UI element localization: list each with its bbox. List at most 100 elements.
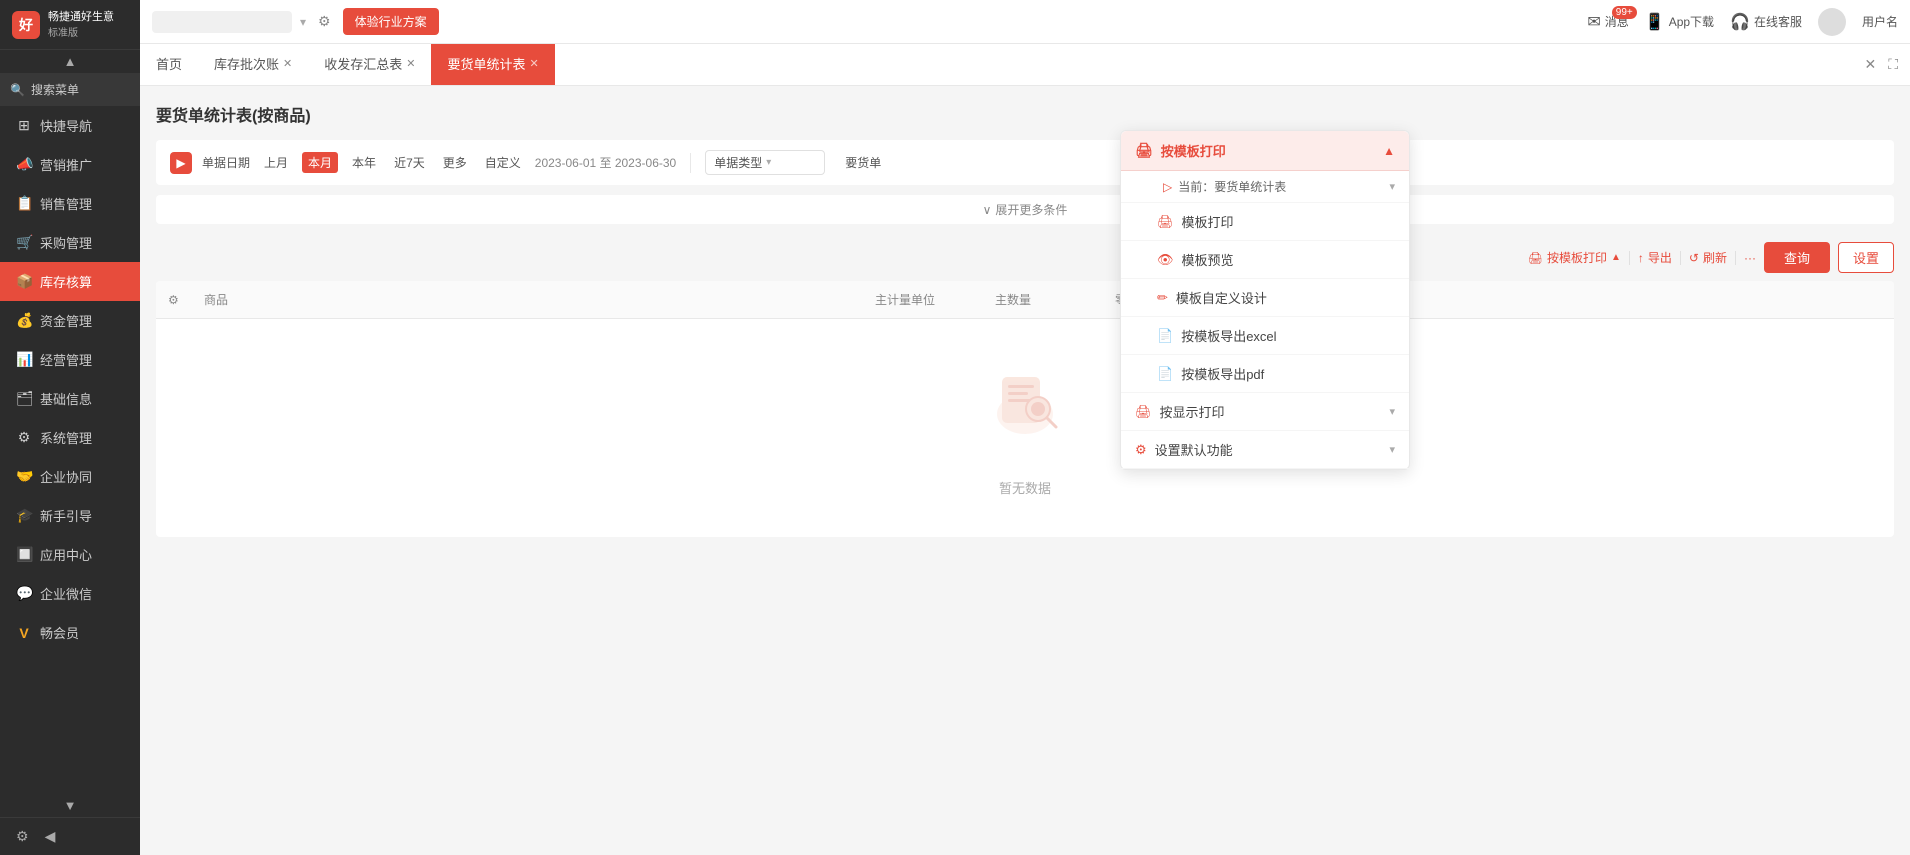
sidebar-item-label: 新手引导 bbox=[40, 506, 92, 525]
sidebar-item-basic-info[interactable]: 🗂 基础信息 bbox=[0, 379, 140, 418]
trial-btn[interactable]: 体验行业方案 bbox=[343, 8, 439, 35]
dropdown-item-export-excel[interactable]: 📄 按模板导出excel bbox=[1121, 317, 1409, 355]
set-default-label: 设置默认功能 bbox=[1155, 440, 1233, 459]
dropdown-close-arrow[interactable]: ▲ bbox=[1383, 144, 1395, 158]
tab-order-stats-close[interactable]: ✕ bbox=[530, 57, 539, 70]
sidebar-item-label: 应用中心 bbox=[40, 545, 92, 564]
avatar[interactable] bbox=[1818, 8, 1846, 36]
dropdown-item-template-custom[interactable]: ✏ 模板自定义设计 bbox=[1121, 279, 1409, 317]
tab-batch-account-close[interactable]: ✕ bbox=[283, 57, 292, 70]
search-icon: 🔍 bbox=[10, 83, 25, 97]
basic-info-icon: 🗂 bbox=[16, 390, 32, 407]
th-qty: 主数量 bbox=[983, 291, 1103, 308]
template-preview-icon: 👁 bbox=[1157, 252, 1174, 268]
tab-collection-summary[interactable]: 收发存汇总表 ✕ bbox=[308, 44, 431, 85]
dropdown-section-display-print[interactable]: 🖨 按显示打印 ▾ bbox=[1121, 393, 1409, 431]
date-btn-last-month[interactable]: 上月 bbox=[260, 152, 292, 173]
export-btn[interactable]: ↑ 导出 bbox=[1638, 249, 1672, 266]
sidebar-item-enterprise-wechat[interactable]: 💬 企业微信 bbox=[0, 574, 140, 613]
print-arrow-icon: ▲ bbox=[1611, 252, 1621, 263]
query-btn[interactable]: 查询 bbox=[1764, 242, 1830, 273]
page-content: 要货单统计表(按商品) ▶ 单据日期 上月 本月 本年 近7天 更多 自定义 2… bbox=[140, 86, 1910, 855]
dropdown-current-template[interactable]: ▷ 当前：要货单统计表 ▾ bbox=[1121, 171, 1409, 203]
current-template-label: 当前：要货单统计表 bbox=[1178, 178, 1286, 195]
table-header: ⚙ 商品 主计量单位 主数量 零售金额 bbox=[156, 281, 1894, 319]
date-btn-this-year[interactable]: 本年 bbox=[348, 152, 380, 173]
print-label: 按模板打印 bbox=[1547, 249, 1607, 266]
sidebar-item-app-center[interactable]: 🔲 应用中心 bbox=[0, 535, 140, 574]
tab-order-stats-label: 要货单统计表 bbox=[447, 54, 525, 73]
expand-more-bar[interactable]: ∨ 展开更多条件 bbox=[156, 195, 1894, 224]
marketing-icon: 📣 bbox=[16, 156, 32, 173]
online-service-btn[interactable]: 🎧 在线客服 bbox=[1730, 12, 1802, 32]
enterprise-wechat-icon: 💬 bbox=[16, 585, 32, 602]
date-btn-more[interactable]: 更多 bbox=[439, 152, 471, 173]
tab-close-btn[interactable]: ✕ bbox=[1860, 52, 1880, 77]
sales-icon: 📋 bbox=[16, 195, 32, 212]
filter-divider-1 bbox=[690, 153, 691, 173]
sidebar-item-operation[interactable]: 📊 经营管理 bbox=[0, 340, 140, 379]
more-btn[interactable]: ··· bbox=[1744, 251, 1756, 265]
settings-btn[interactable]: 设置 bbox=[1838, 242, 1894, 273]
messages-btn[interactable]: ✉ 99+ 消息 bbox=[1587, 12, 1628, 32]
dropdown-item-template-preview[interactable]: 👁 模板预览 bbox=[1121, 241, 1409, 279]
order-type-select[interactable]: 单据类型 ▾ bbox=[705, 150, 825, 175]
display-print-icon: 🖨 bbox=[1135, 404, 1152, 420]
quick-nav-icon: ⊞ bbox=[16, 117, 32, 134]
sidebar-item-vip[interactable]: V 畅会员 bbox=[0, 613, 140, 652]
topbar-gear-icon[interactable]: ⚙ bbox=[318, 13, 331, 30]
sidebar-item-finance[interactable]: 💰 资金管理 bbox=[0, 301, 140, 340]
th-goods: 商品 bbox=[192, 291, 863, 308]
display-print-label: 按显示打印 bbox=[1160, 402, 1225, 421]
sidebar-item-sales[interactable]: 📋 销售管理 bbox=[0, 184, 140, 223]
sidebar-item-label: 畅会员 bbox=[40, 623, 79, 642]
sidebar-item-inventory[interactable]: 📦 库存核算 bbox=[0, 262, 140, 301]
tab-collection-summary-close[interactable]: ✕ bbox=[406, 57, 415, 70]
dropdown-item-export-pdf[interactable]: 📄 按模板导出pdf bbox=[1121, 355, 1409, 393]
sidebar-scroll-up[interactable]: ▲ bbox=[0, 50, 140, 73]
vip-icon: V bbox=[16, 625, 32, 641]
finance-icon: 💰 bbox=[16, 312, 32, 329]
tab-order-stats[interactable]: 要货单统计表 ✕ bbox=[431, 44, 554, 85]
download-icon: 📱 bbox=[1645, 12, 1665, 32]
sidebar-search[interactable]: 🔍 搜索菜单 bbox=[0, 73, 140, 106]
dropdown-header-left: 🖨 按模板打印 bbox=[1135, 141, 1226, 160]
dropdown-section-set-default[interactable]: ⚙ 设置默认功能 ▾ bbox=[1121, 431, 1409, 469]
topbar-search-input[interactable] bbox=[152, 11, 292, 33]
collapse-icon[interactable]: ◀ bbox=[45, 828, 56, 845]
newbie-icon: 🎓 bbox=[16, 507, 32, 524]
sidebar-item-purchase[interactable]: 🛒 采购管理 bbox=[0, 223, 140, 262]
app-center-icon: 🔲 bbox=[16, 546, 32, 563]
filter-expand-btn[interactable]: ▶ bbox=[170, 152, 192, 174]
tab-batch-account[interactable]: 库存批次账 ✕ bbox=[198, 44, 308, 85]
tab-collection-summary-label: 收发存汇总表 bbox=[324, 54, 402, 73]
message-badge: 99+ bbox=[1612, 6, 1637, 19]
tab-home[interactable]: 首页 bbox=[140, 44, 198, 85]
inventory-icon: 📦 bbox=[16, 273, 32, 290]
sidebar-item-quick-nav[interactable]: ⊞ 快捷导航 bbox=[0, 106, 140, 145]
date-btn-this-month[interactable]: 本月 bbox=[302, 152, 338, 173]
select-arrow-icon: ▾ bbox=[766, 157, 771, 168]
sidebar-item-enterprise[interactable]: 🤝 企业协同 bbox=[0, 457, 140, 496]
app-logo: 好 畅捷通好生意 标准版 bbox=[0, 0, 140, 50]
dropdown-item-template-print[interactable]: 🖨 模板打印 bbox=[1121, 203, 1409, 241]
sidebar-item-label: 采购管理 bbox=[40, 233, 92, 252]
th-settings[interactable]: ⚙ bbox=[156, 291, 192, 308]
date-btn-7days[interactable]: 近7天 bbox=[390, 152, 429, 173]
sidebar-item-newbie[interactable]: 🎓 新手引导 bbox=[0, 496, 140, 535]
topbar: ▾ ⚙ 体验行业方案 ✉ 99+ 消息 📱 App下载 🎧 在线客服 用户名 bbox=[140, 0, 1910, 44]
topbar-dropdown-arrow[interactable]: ▾ bbox=[300, 15, 306, 29]
refresh-btn[interactable]: ↺ 刷新 bbox=[1689, 249, 1727, 266]
print-btn[interactable]: 🖨 按模板打印 ▲ bbox=[1528, 249, 1621, 266]
settings-icon[interactable]: ⚙ bbox=[16, 828, 29, 845]
export-pdf-label: 按模板导出pdf bbox=[1181, 364, 1264, 383]
display-print-arrow: ▾ bbox=[1389, 405, 1395, 418]
date-btn-custom[interactable]: 自定义 bbox=[481, 152, 525, 173]
app-download-btn[interactable]: 📱 App下载 bbox=[1645, 12, 1714, 32]
sys-mgmt-icon: ⚙ bbox=[16, 429, 32, 446]
empty-text: 暂无数据 bbox=[999, 478, 1051, 497]
sidebar-scroll-down[interactable]: ▼ bbox=[0, 794, 140, 817]
sidebar-item-sys-mgmt[interactable]: ⚙ 系统管理 bbox=[0, 418, 140, 457]
sidebar-item-marketing[interactable]: 📣 营销推广 bbox=[0, 145, 140, 184]
tab-expand-btn[interactable]: ⛶ bbox=[1884, 52, 1902, 77]
